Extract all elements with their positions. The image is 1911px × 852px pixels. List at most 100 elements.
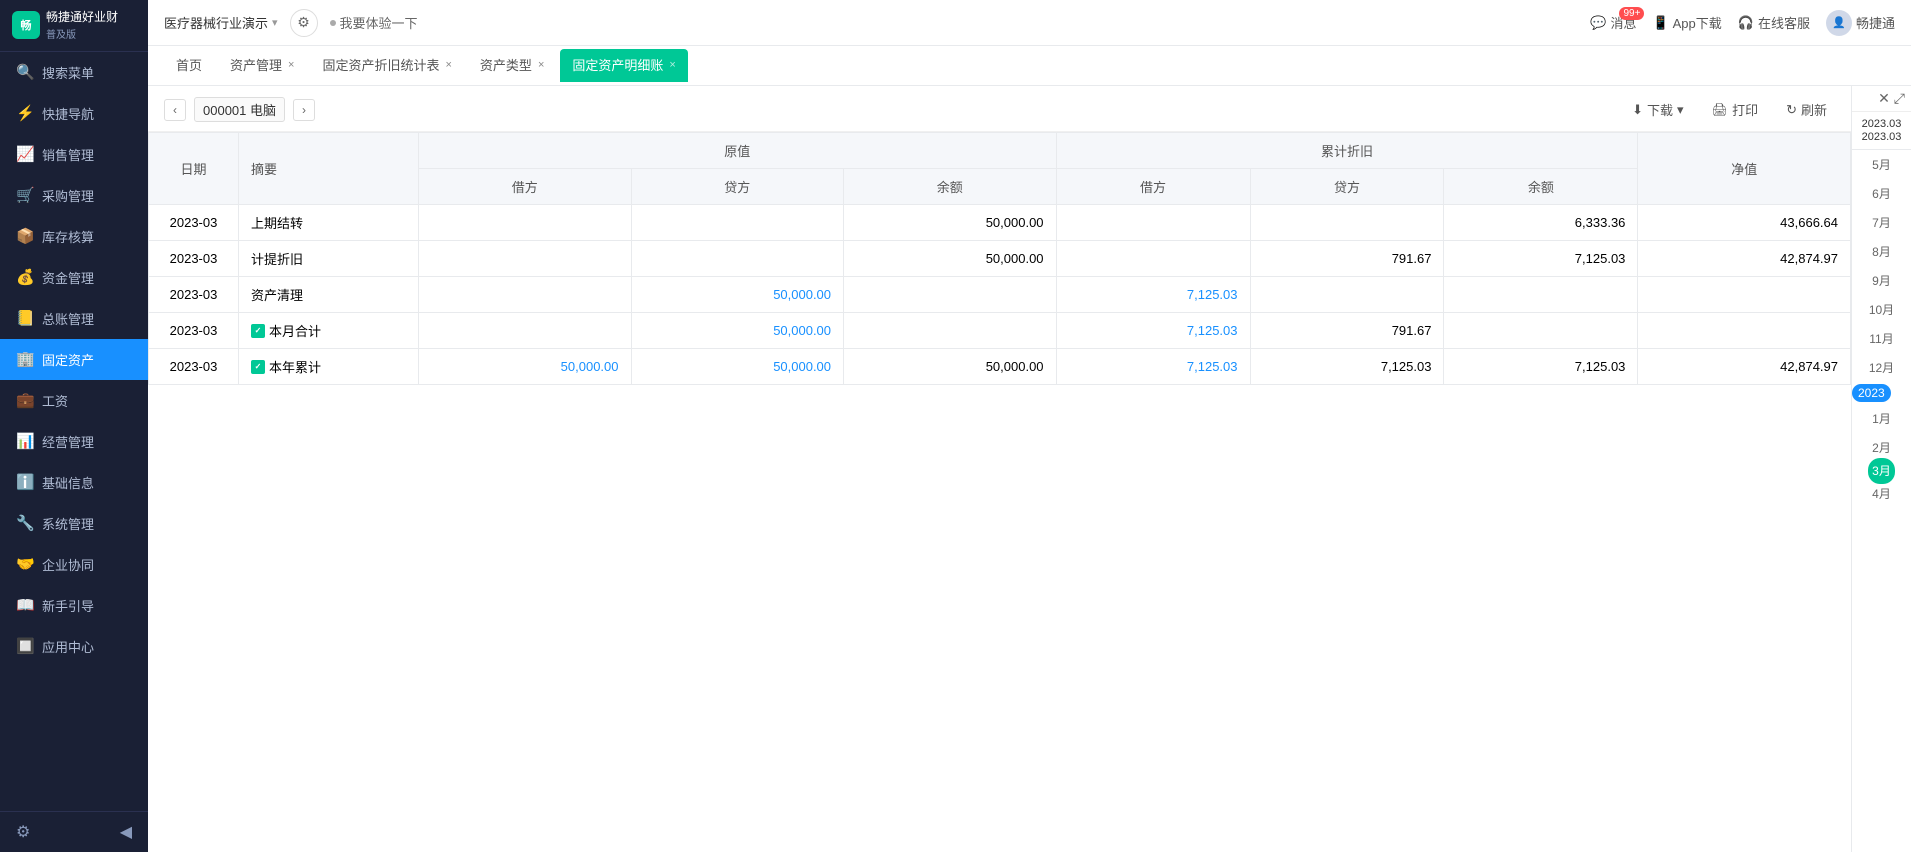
timeline-month-item[interactable]: 1月	[1852, 404, 1911, 433]
expand-panel-button[interactable]: ⤢	[1894, 90, 1905, 107]
logo-icon: 畅	[12, 11, 40, 39]
tab-close-depreciation-table[interactable]: ×	[445, 59, 451, 71]
cell-acc-balance: 7,125.03	[1444, 349, 1638, 385]
collapse-icon[interactable]: ◀	[120, 822, 132, 842]
experience-label: 我要体验一下	[340, 13, 418, 32]
sidebar-item-funds[interactable]: 💰资金管理	[0, 257, 148, 298]
tab-label-asset-management: 资产管理	[230, 55, 282, 74]
active-month-item[interactable]: 3月	[1868, 458, 1895, 484]
ledger-table: 日期 摘要 原值 累计折旧 净值 借方 贷方 余额 借方 贷方 余额	[148, 132, 1851, 385]
tab-close-asset-management[interactable]: ×	[288, 59, 294, 71]
sidebar-item-fixed-assets[interactable]: 🏢固定资产	[0, 339, 148, 380]
sidebar-item-basic-info[interactable]: ℹ️基础信息	[0, 462, 148, 503]
tab-asset-management[interactable]: 资产管理 ×	[218, 49, 306, 82]
settings-icon[interactable]: ⚙	[16, 822, 30, 842]
right-panel-header: 2023.03 2023.03	[1852, 112, 1911, 150]
sidebar-item-quick-nav[interactable]: ⚡快捷导航	[0, 93, 148, 134]
cell-orig-balance	[844, 277, 1057, 313]
tab-depreciation-table[interactable]: 固定资产折旧统计表 ×	[310, 49, 463, 82]
timeline-month-item[interactable]: 7月	[1852, 208, 1911, 237]
experience-button[interactable]: 我要体验一下	[330, 13, 418, 32]
tab-asset-detail[interactable]: 固定资产明细账×	[560, 49, 687, 82]
purchase-icon: 🛒	[16, 186, 34, 204]
tab-home[interactable]: 首页	[164, 49, 214, 82]
cell-acc-credit	[1250, 277, 1444, 313]
th-summary: 摘要	[239, 133, 419, 205]
sidebar-item-inventory[interactable]: 📦库存核算	[0, 216, 148, 257]
main-panel: ‹ 000001 电脑 › ⬇ 下载 ▾ 🖨 打印	[148, 86, 1851, 852]
download-label: 下载	[1647, 100, 1673, 119]
cell-orig-credit: 50,000.00	[631, 313, 844, 349]
cell-summary: 计提折旧	[239, 241, 419, 277]
cell-orig-debit: 50,000.00	[419, 349, 632, 385]
cell-net-value	[1638, 277, 1851, 313]
sub-toolbar: ‹ 000001 电脑 › ⬇ 下载 ▾ 🖨 打印	[148, 86, 1851, 132]
cell-orig-balance: 50,000.00	[844, 349, 1057, 385]
sidebar-label-salary: 工资	[42, 391, 68, 410]
table-row: 2023-03 计提折旧 50,000.00 791.67 7,125.03 4…	[149, 241, 1851, 277]
sidebar-item-ledger[interactable]: 📒总账管理	[0, 298, 148, 339]
th-orig-debit: 借方	[419, 169, 632, 205]
refresh-button[interactable]: ↻ 刷新	[1778, 96, 1835, 123]
sidebar-item-sales[interactable]: 📈销售管理	[0, 134, 148, 175]
app-download-button[interactable]: 📱 App下载	[1652, 13, 1721, 32]
print-label: 打印	[1732, 100, 1758, 119]
print-button[interactable]: 🖨 打印	[1704, 96, 1767, 123]
summary-icon: ✓	[251, 360, 265, 374]
tabs-bar: 首页资产管理×固定资产折旧统计表×资产类型×固定资产明细账×	[148, 46, 1911, 86]
print-icon: 🖨	[1712, 102, 1729, 118]
user-menu[interactable]: 👤 畅捷通	[1826, 10, 1895, 36]
cell-acc-credit: 791.67	[1250, 313, 1444, 349]
service-button[interactable]: 🎧 在线客服	[1738, 13, 1810, 32]
sidebar-label-ledger: 总账管理	[42, 309, 94, 328]
funds-icon: 💰	[16, 268, 34, 286]
next-asset-button[interactable]: ›	[293, 99, 315, 121]
sidebar-item-coop[interactable]: 🤝企业协同	[0, 544, 148, 585]
close-panel-button[interactable]: ✕	[1878, 90, 1890, 107]
cell-date: 2023-03	[149, 241, 239, 277]
settings-button[interactable]: ⚙	[290, 9, 318, 37]
year-badge[interactable]: 2023	[1852, 384, 1891, 402]
timeline-month-item[interactable]: 5月	[1852, 150, 1911, 179]
sidebar-item-app-center[interactable]: 🔲应用中心	[0, 626, 148, 667]
search-icon: 🔍	[16, 63, 34, 81]
cell-acc-debit: 7,125.03	[1056, 313, 1250, 349]
tab-label-depreciation-table: 固定资产折旧统计表	[322, 55, 439, 74]
sidebar-logo: 畅 畅捷通好业财 普及版	[0, 0, 148, 52]
download-button[interactable]: ⬇ 下载 ▾	[1624, 96, 1691, 123]
timeline-month-item[interactable]: 6月	[1852, 179, 1911, 208]
sidebar-label-basic-info: 基础信息	[42, 473, 94, 492]
cell-date: 2023-03	[149, 313, 239, 349]
sidebar-item-operations[interactable]: 📊经营管理	[0, 421, 148, 462]
prev-asset-button[interactable]: ‹	[164, 99, 186, 121]
app-download-label: App下载	[1673, 13, 1722, 32]
right-panel: ✕ ⤢ 2023.03 2023.03 5月6月7月8月9月10月11月12月 2…	[1851, 86, 1911, 852]
message-button[interactable]: 💬 消息 99+	[1590, 13, 1636, 32]
th-original-value-group: 原值	[419, 133, 1057, 169]
sidebar-label-fixed-assets: 固定资产	[42, 350, 94, 369]
tab-close-asset-detail[interactable]: ×	[669, 59, 675, 71]
company-selector[interactable]: 医疗器械行业演示 ▾	[164, 13, 278, 32]
tab-asset-type[interactable]: 资产类型×	[468, 49, 556, 82]
app-center-icon: 🔲	[16, 637, 34, 655]
sidebar: 畅 畅捷通好业财 普及版 🔍搜索菜单⚡快捷导航📈销售管理🛒采购管理📦库存核算💰资…	[0, 0, 148, 852]
sidebar-item-guide[interactable]: 📖新手引导	[0, 585, 148, 626]
summary-icon: ✓	[251, 324, 265, 338]
timeline-month-item[interactable]: 9月	[1852, 266, 1911, 295]
sidebar-item-purchase[interactable]: 🛒采购管理	[0, 175, 148, 216]
timeline-month-item[interactable]: 12月	[1852, 353, 1911, 382]
table-row: 2023-03 ✓本年累计 50,000.00 50,000.00 50,000…	[149, 349, 1851, 385]
tab-close-asset-type[interactable]: ×	[538, 59, 544, 71]
sidebar-item-search[interactable]: 🔍搜索菜单	[0, 52, 148, 93]
sidebar-label-quick-nav: 快捷导航	[42, 104, 94, 123]
cell-summary: 上期结转	[239, 205, 419, 241]
service-label: 在线客服	[1758, 13, 1810, 32]
sidebar-label-system: 系统管理	[42, 514, 94, 533]
timeline-month-item[interactable]: 11月	[1852, 324, 1911, 353]
asset-id: 000001 电脑	[194, 97, 285, 122]
timeline-month-item[interactable]: 8月	[1852, 237, 1911, 266]
sidebar-item-salary[interactable]: 💼工资	[0, 380, 148, 421]
content-area: ‹ 000001 电脑 › ⬇ 下载 ▾ 🖨 打印	[148, 86, 1911, 852]
sidebar-item-system[interactable]: 🔧系统管理	[0, 503, 148, 544]
timeline-month-item[interactable]: 10月	[1852, 295, 1911, 324]
